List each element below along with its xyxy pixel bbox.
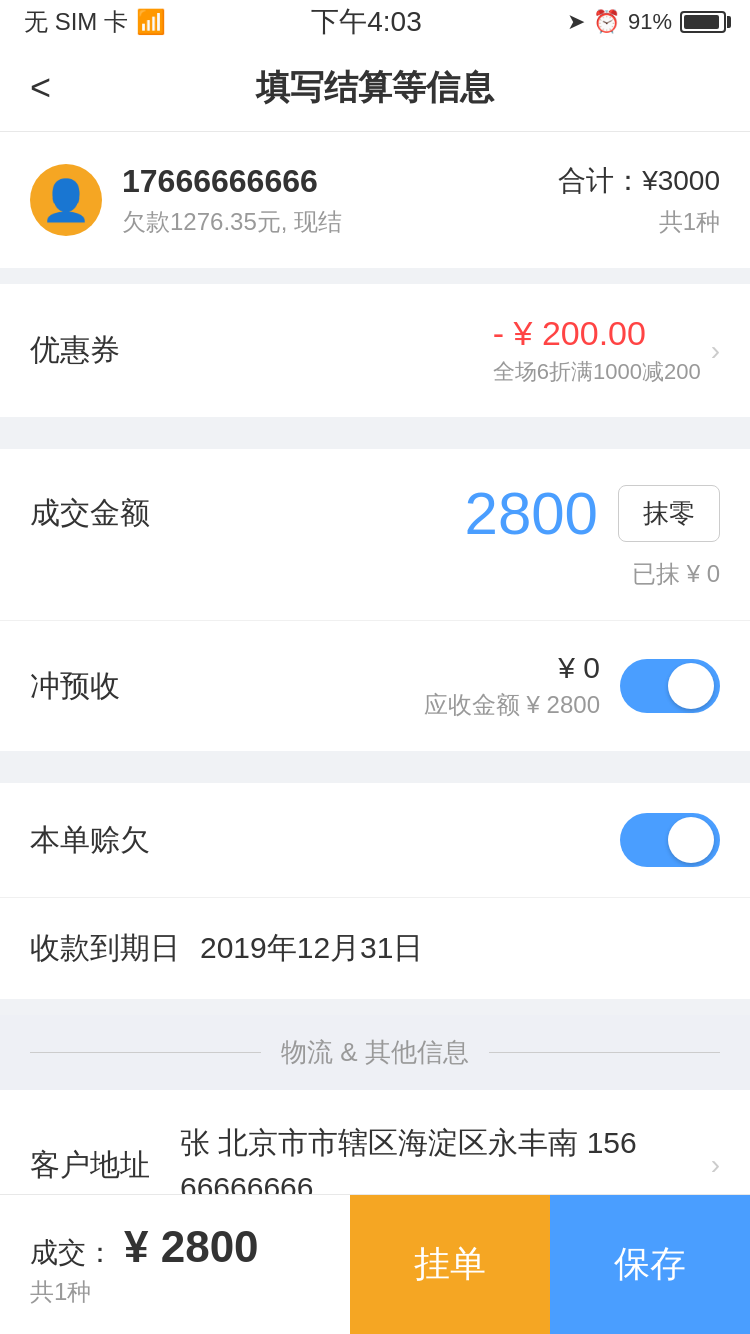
section-divider-2: [0, 751, 750, 767]
deal-amount-number: 2800: [465, 479, 598, 548]
status-time: 下午4:03: [311, 3, 422, 41]
logistics-label: 物流 & 其他信息: [281, 1035, 469, 1070]
customer-card: 👤 17666666666 欠款1276.35元, 现结 合计：¥3000 共1…: [0, 132, 750, 268]
credit-toggle[interactable]: [620, 813, 720, 867]
deal-amount-sub: 已抹 ¥ 0: [30, 558, 720, 590]
prepaid-amount-block: ¥ 0 应收金额 ¥ 2800: [424, 651, 600, 721]
deal-amount-row: 成交金额 2800 抹零: [30, 479, 720, 548]
credit-label: 本单赊欠: [30, 820, 150, 861]
coupon-arrow-icon: ›: [711, 335, 720, 367]
duedate-row: 收款到期日 2019年12月31日: [30, 928, 720, 969]
page-title: 填写结算等信息: [256, 65, 494, 111]
duedate-section: 收款到期日 2019年12月31日: [0, 897, 750, 999]
section-divider-1: [0, 433, 750, 449]
content: 👤 17666666666 欠款1276.35元, 现结 合计：¥3000 共1…: [0, 132, 750, 1334]
prepaid-label: 冲预收: [30, 666, 120, 707]
status-left: 无 SIM 卡 📶: [24, 6, 166, 38]
prepaid-right: ¥ 0 应收金额 ¥ 2800: [424, 651, 720, 721]
customer-phone: 17666666666: [122, 163, 342, 200]
coupon-info: - ¥ 200.00 全场6折满1000减200: [493, 314, 701, 387]
bottom-summary: 成交： ¥ 2800 共1种: [0, 1222, 350, 1308]
coupon-right: - ¥ 200.00 全场6折满1000减200 ›: [493, 314, 720, 387]
bottom-total-label: 成交：: [30, 1234, 114, 1272]
bottom-total-row: 成交： ¥ 2800: [30, 1222, 320, 1272]
pending-button[interactable]: 挂单: [350, 1195, 550, 1335]
coupon-label: 优惠券: [30, 330, 120, 371]
save-button[interactable]: 保存: [550, 1195, 750, 1335]
duedate-value: 2019年12月31日: [200, 928, 423, 969]
prepaid-section: 冲预收 ¥ 0 应收金额 ¥ 2800: [0, 620, 750, 751]
round-button[interactable]: 抹零: [618, 485, 720, 542]
alarm-icon: ⏰: [593, 9, 620, 35]
customer-debt: 欠款1276.35元, 现结: [122, 206, 342, 238]
customer-info: 17666666666 欠款1276.35元, 现结: [122, 163, 342, 238]
deal-amount-section: 成交金额 2800 抹零 已抹 ¥ 0: [0, 449, 750, 620]
deal-amount-label: 成交金额: [30, 493, 150, 534]
nav-bar: < 填写结算等信息: [0, 44, 750, 132]
credit-section: 本单赊欠: [0, 783, 750, 897]
bottom-bar: 成交： ¥ 2800 共1种 挂单 保存: [0, 1194, 750, 1334]
divider-line-left: [30, 1052, 261, 1053]
customer-total: 合计：¥3000: [558, 162, 720, 200]
deal-amount-right: 2800 抹零: [465, 479, 720, 548]
no-sim-label: 无 SIM 卡: [24, 6, 128, 38]
coupon-row[interactable]: 优惠券 - ¥ 200.00 全场6折满1000减200 ›: [0, 284, 750, 417]
coupon-desc: 全场6折满1000减200: [493, 357, 701, 387]
status-bar: 无 SIM 卡 📶 下午4:03 ➤ ⏰ 91%: [0, 0, 750, 44]
customer-left: 👤 17666666666 欠款1276.35元, 现结: [30, 163, 342, 238]
back-button[interactable]: <: [30, 67, 90, 109]
credit-toggle-knob: [668, 817, 714, 863]
toggle-knob: [668, 663, 714, 709]
address-label: 客户地址: [30, 1145, 150, 1186]
bottom-count: 共1种: [30, 1276, 320, 1308]
battery-icon: [680, 11, 726, 33]
coupon-amount: - ¥ 200.00: [493, 314, 701, 353]
avatar: 👤: [30, 164, 102, 236]
duedate-label: 收款到期日: [30, 928, 180, 969]
customer-count: 共1种: [558, 206, 720, 238]
prepaid-amount: ¥ 0: [424, 651, 600, 685]
prepaid-sub: 应收金额 ¥ 2800: [424, 689, 600, 721]
logistics-divider: 物流 & 其他信息: [0, 1015, 750, 1090]
location-icon: ➤: [567, 9, 585, 35]
bottom-total-amount: ¥ 2800: [124, 1222, 259, 1272]
customer-right: 合计：¥3000 共1种: [558, 162, 720, 238]
status-right: ➤ ⏰ 91%: [567, 9, 726, 35]
prepaid-row: 冲预收 ¥ 0 应收金额 ¥ 2800: [30, 651, 720, 721]
battery-pct: 91%: [628, 9, 672, 35]
divider-line-right: [489, 1052, 720, 1053]
battery-fill: [684, 15, 719, 29]
avatar-icon: 👤: [41, 177, 91, 224]
address-arrow-icon: ›: [711, 1149, 720, 1181]
prepaid-toggle[interactable]: [620, 659, 720, 713]
wifi-icon: 📶: [136, 8, 166, 36]
